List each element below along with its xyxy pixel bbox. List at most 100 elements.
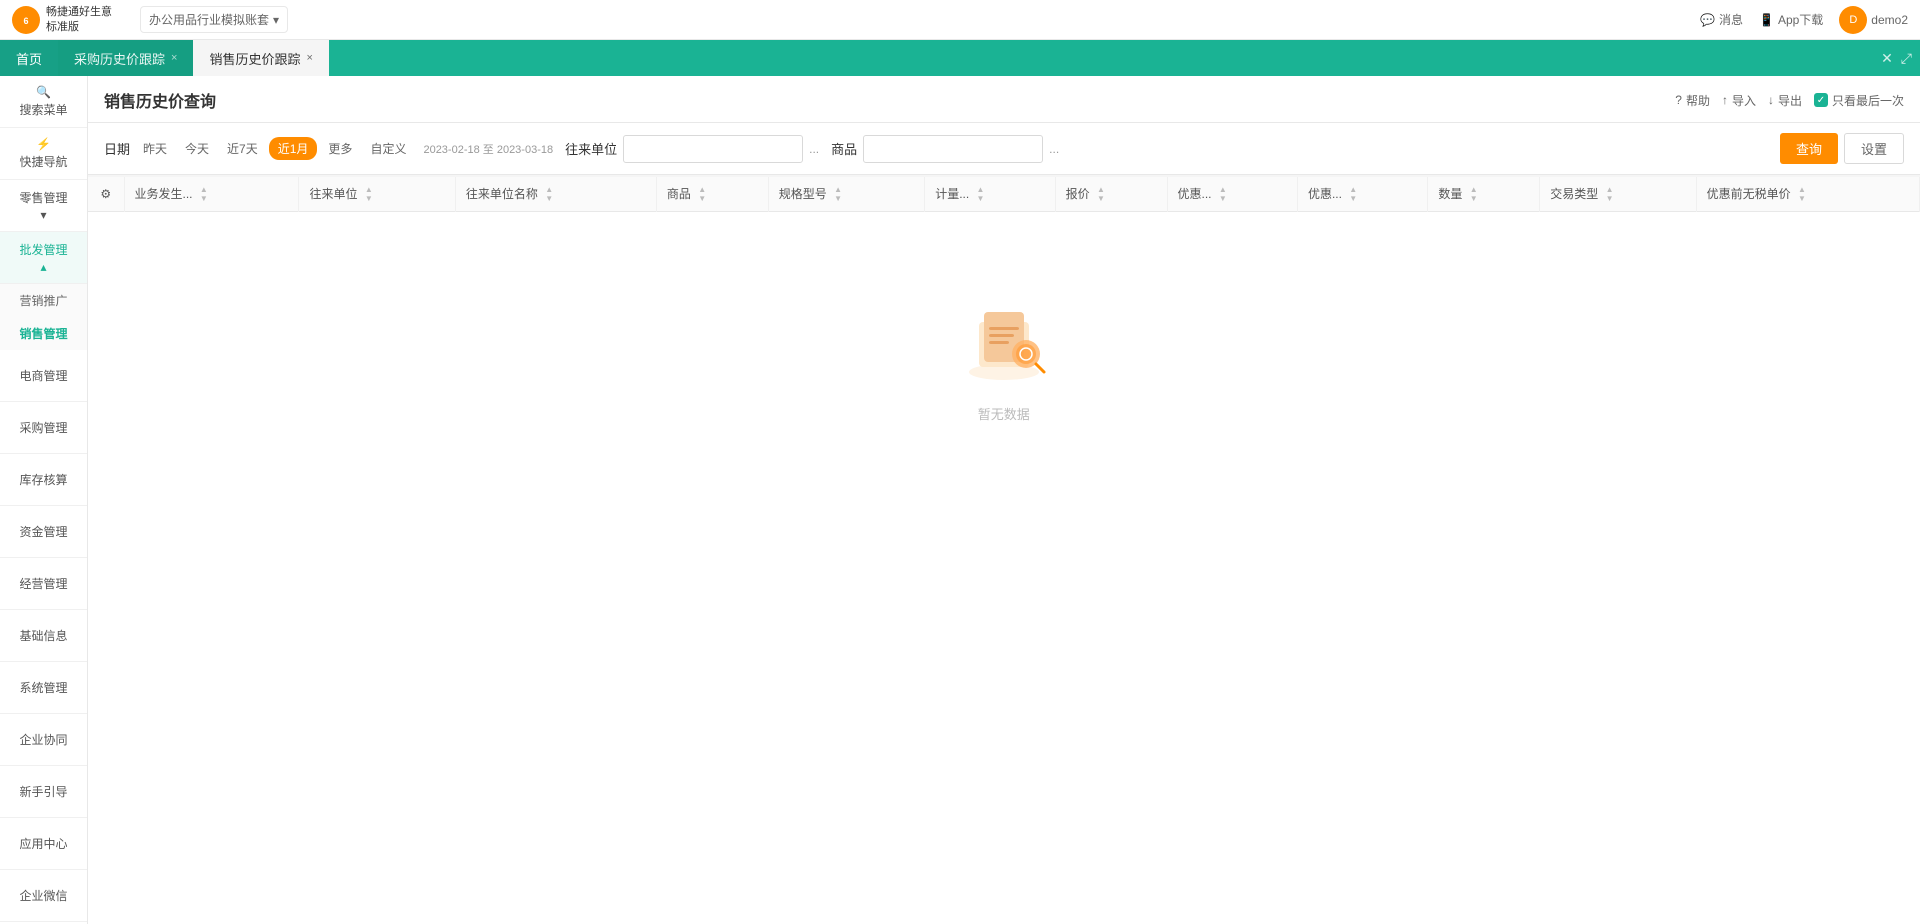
tab-bar-actions: ✕ ⤢: [1881, 40, 1920, 76]
tab-bar: 首页 采购历史价跟踪 × 销售历史价跟踪 × ✕ ⤢: [0, 40, 1920, 76]
date-btn-1month[interactable]: 近1月: [269, 137, 318, 160]
content-area: 销售历史价查询 ? 帮助 ↑ 导入 ↓ 导出 ✓: [88, 76, 1920, 924]
top-bar: 6 畅捷通好生意 标准版 办公用品行业模拟账套 ▾ 💬 消息 📱 App下载 D…: [0, 0, 1920, 40]
th-trade-type[interactable]: 交易类型 ▲ ▼: [1540, 177, 1696, 212]
sort-arrows-pretax-price: ▲ ▼: [1798, 186, 1806, 203]
date-filter-group: 日期 昨天 今天 近7天 近1月 更多 自定义 2023-02-18 至 202…: [104, 137, 553, 160]
sidebar-item-enterprise[interactable]: 企业协同: [0, 714, 87, 766]
sort-arrows-partner-code: ▲ ▼: [365, 186, 373, 203]
sidebar-item-search-menu[interactable]: 🔍 搜索菜单: [0, 76, 87, 128]
sidebar-item-guide[interactable]: 新手引导: [0, 766, 87, 818]
product-dots[interactable]: ...: [1049, 142, 1059, 156]
retail-label: 零售管理: [19, 189, 67, 206]
th-discount2[interactable]: 优惠... ▲ ▼: [1297, 177, 1427, 212]
sidebar-item-operations[interactable]: 经营管理: [0, 558, 87, 610]
th-partner-name[interactable]: 往来单位名称 ▲ ▼: [455, 177, 656, 212]
message-action[interactable]: 💬 消息: [1700, 11, 1743, 28]
settings-button[interactable]: 设置: [1844, 133, 1904, 164]
th-discount1[interactable]: 优惠... ▲ ▼: [1167, 177, 1297, 212]
sales-history-tab-label: 销售历史价跟踪: [209, 49, 300, 68]
import-icon: ↑: [1722, 93, 1728, 107]
sidebar-item-wholesale[interactable]: 批发管理 ▴: [0, 232, 87, 284]
date-label: 日期: [104, 139, 130, 158]
partner-dots[interactable]: ...: [809, 142, 819, 156]
th-quantity[interactable]: 数量 ▲ ▼: [1428, 177, 1540, 212]
close-all-tabs[interactable]: ✕: [1881, 50, 1893, 67]
sort-arrows-partner-name: ▲ ▼: [545, 186, 553, 203]
sort-arrows-trade-type: ▲ ▼: [1606, 186, 1614, 203]
app-logo-icon: 6: [12, 6, 40, 34]
help-action[interactable]: ? 帮助: [1675, 92, 1710, 109]
sidebar-item-system[interactable]: 系统管理: [0, 662, 87, 714]
top-bar-left: 6 畅捷通好生意 标准版 办公用品行业模拟账套 ▾: [12, 5, 288, 34]
sidebar-item-finance[interactable]: 资金管理: [0, 506, 87, 558]
th-quoted-price[interactable]: 报价 ▲ ▼: [1055, 177, 1167, 212]
th-product[interactable]: 商品 ▲ ▼: [656, 177, 768, 212]
avatar: D: [1839, 6, 1867, 34]
sidebar-item-purchase[interactable]: 采购管理: [0, 402, 87, 454]
date-btn-7days[interactable]: 近7天: [220, 137, 265, 160]
help-icon: ?: [1675, 93, 1682, 107]
product-input[interactable]: [863, 135, 1043, 163]
date-btn-today[interactable]: 今天: [178, 137, 216, 160]
partner-filter-group: 往来单位 ...: [565, 135, 819, 163]
app-selector[interactable]: 办公用品行业模拟账套 ▾: [140, 6, 288, 33]
date-btn-more[interactable]: 更多: [321, 137, 359, 160]
th-spec[interactable]: 规格型号 ▲ ▼: [768, 177, 924, 212]
nav-icon: ⚡: [36, 137, 51, 151]
table-body: 暂无数据: [88, 212, 1920, 504]
tab-home[interactable]: 首页: [0, 40, 58, 76]
tab-sales-history[interactable]: 销售历史价跟踪 ×: [193, 40, 328, 76]
sidebar-item-marketing[interactable]: 营销推广: [0, 284, 87, 317]
sidebar-item-inventory[interactable]: 库存核算: [0, 454, 87, 506]
th-partner-code[interactable]: 往来单位 ▲ ▼: [299, 177, 455, 212]
maximize-icon[interactable]: ⤢: [1901, 50, 1912, 67]
export-action[interactable]: ↓ 导出: [1768, 92, 1802, 109]
tab-purchase-history[interactable]: 采购历史价跟踪 ×: [58, 40, 193, 76]
app-download-action[interactable]: 📱 App下载: [1759, 11, 1823, 28]
settings-icon: ⚙: [100, 187, 111, 201]
sort-arrows-product: ▲ ▼: [698, 186, 706, 203]
chevron-down-icon: ▾: [273, 13, 279, 27]
product-filter-group: 商品 ...: [831, 135, 1059, 163]
chevron-up-icon: ▴: [40, 260, 46, 274]
sort-arrows-quoted-price: ▲ ▼: [1097, 186, 1105, 203]
empty-icon: [954, 292, 1054, 392]
close-sales-history-tab[interactable]: ×: [306, 52, 312, 64]
only-last-checkbox[interactable]: ✓: [1814, 93, 1828, 107]
sidebar-item-app-center[interactable]: 应用中心: [0, 818, 87, 870]
sort-arrows-quantity: ▲ ▼: [1470, 186, 1478, 203]
th-pretax-price[interactable]: 优惠前无税单价 ▲ ▼: [1696, 177, 1919, 212]
th-biz-date[interactable]: 业务发生... ▲ ▼: [124, 177, 299, 212]
sidebar-item-quick-nav[interactable]: ⚡ 快捷导航: [0, 128, 87, 180]
date-btn-custom[interactable]: 自定义: [363, 137, 413, 160]
partner-input[interactable]: [623, 135, 803, 163]
sidebar-item-retail[interactable]: 零售管理 ▾: [0, 180, 87, 232]
wholesale-label: 批发管理: [19, 241, 67, 258]
th-settings[interactable]: ⚙: [88, 177, 124, 212]
export-icon: ↓: [1768, 93, 1774, 107]
partner-label: 往来单位: [565, 139, 617, 158]
sort-arrows-discount2: ▲ ▼: [1349, 186, 1357, 203]
only-last-action[interactable]: ✓ 只看最后一次: [1814, 92, 1904, 109]
sidebar-item-sales-mgmt[interactable]: 销售管理: [0, 317, 87, 350]
date-btn-yesterday[interactable]: 昨天: [136, 137, 174, 160]
sidebar-item-ecommerce[interactable]: 电商管理: [0, 350, 87, 402]
app-selector-label: 办公用品行业模拟账套: [149, 11, 269, 28]
th-unit[interactable]: 计量... ▲ ▼: [925, 177, 1055, 212]
empty-row: 暂无数据: [88, 212, 1920, 504]
empty-state: 暂无数据: [88, 212, 1920, 503]
sidebar-item-basic-info[interactable]: 基础信息: [0, 610, 87, 662]
message-icon: 💬: [1700, 13, 1715, 27]
user-menu[interactable]: D demo2: [1839, 6, 1908, 34]
main-layout: 🔍 搜索菜单 ⚡ 快捷导航 零售管理 ▾ 批发管理 ▴ 营销推广 销售管理 电商…: [0, 76, 1920, 924]
import-action[interactable]: ↑ 导入: [1722, 92, 1756, 109]
close-purchase-history-tab[interactable]: ×: [171, 52, 177, 64]
product-label: 商品: [831, 139, 857, 158]
page-header-actions: ? 帮助 ↑ 导入 ↓ 导出 ✓ 只看最后一次: [1675, 92, 1904, 109]
phone-icon: 📱: [1759, 13, 1774, 27]
svg-text:6: 6: [23, 16, 28, 26]
sidebar-item-wechat[interactable]: 企业微信: [0, 870, 87, 922]
search-button[interactable]: 查询: [1780, 133, 1838, 164]
page-header-top: 销售历史价查询 ? 帮助 ↑ 导入 ↓ 导出 ✓: [104, 88, 1904, 112]
